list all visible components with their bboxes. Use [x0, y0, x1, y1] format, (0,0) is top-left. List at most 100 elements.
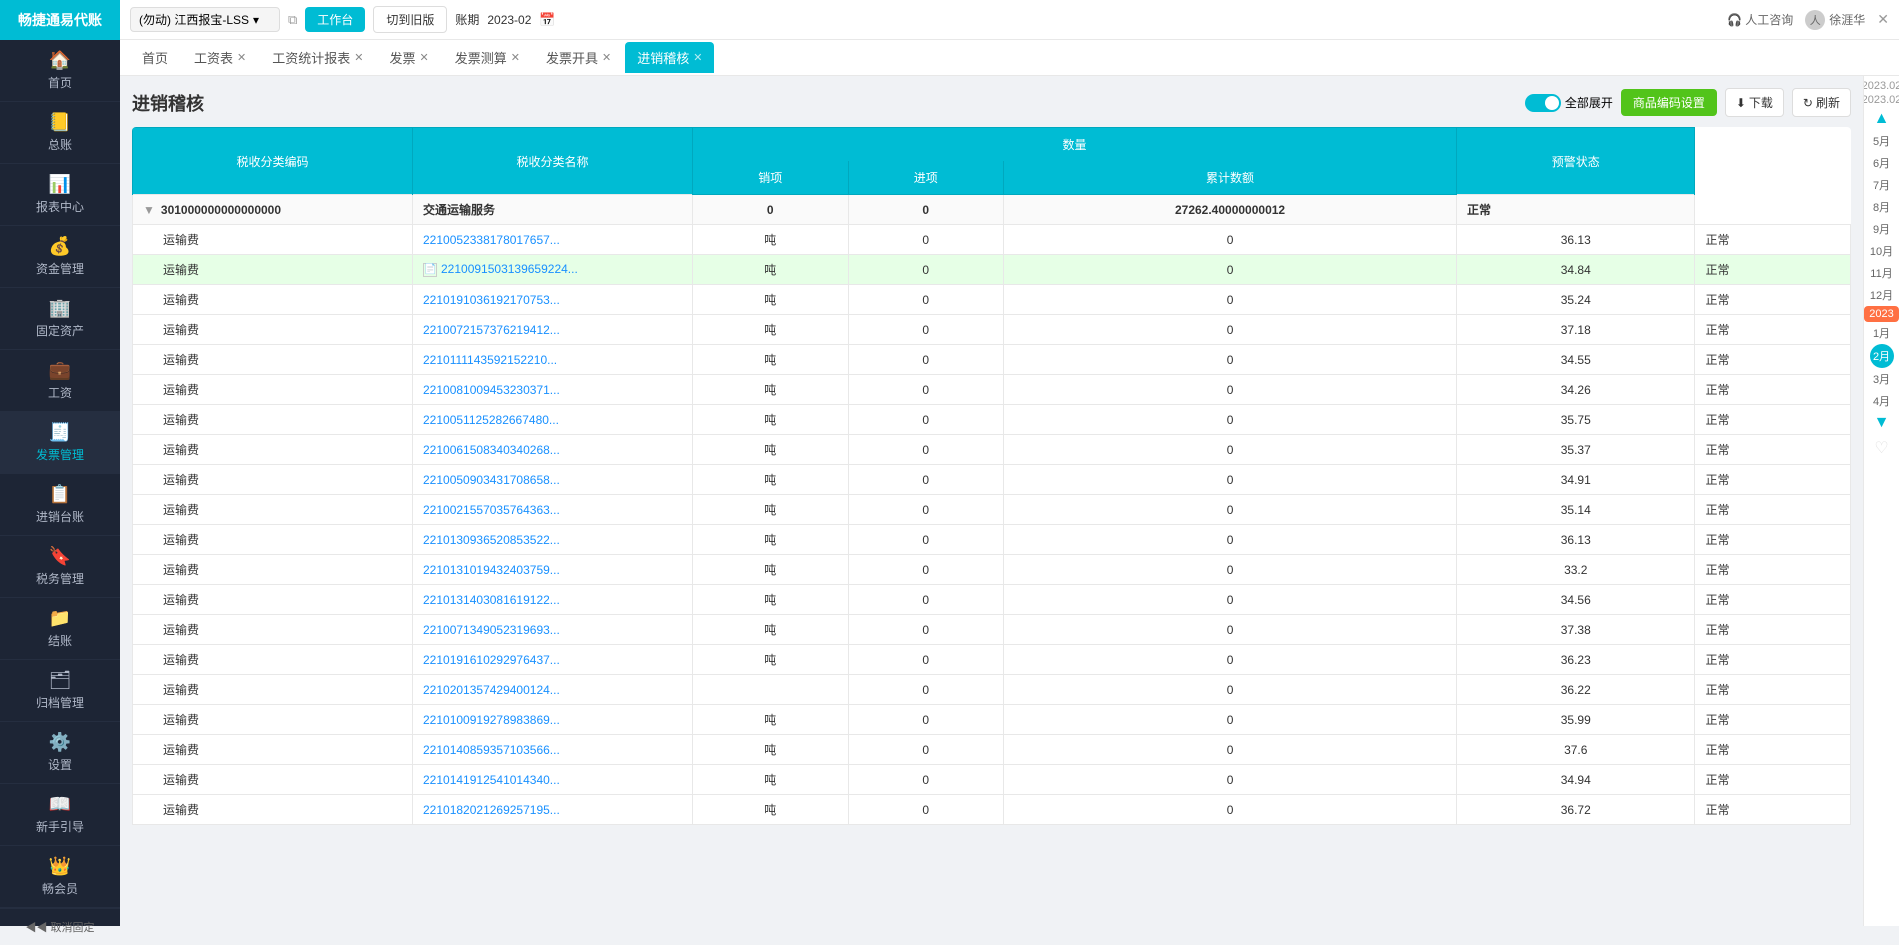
tab-payroll-report[interactable]: 工资统计报表 ✕	[260, 42, 375, 73]
table-row[interactable]: 运输费2210021557035764363...吨0035.14正常	[133, 495, 1851, 525]
user-menu[interactable]: 人 徐涯华	[1805, 10, 1865, 30]
tab-home[interactable]: 首页	[130, 42, 180, 73]
tab-payroll[interactable]: 工资表 ✕	[182, 42, 258, 73]
tab-purchase-check-close[interactable]: ✕	[693, 51, 702, 64]
sidebar-item-payroll[interactable]: 💼 工资	[0, 350, 120, 412]
invoice-num-cell: 2210201357429400124...	[413, 675, 693, 705]
month-10[interactable]: 10月	[1864, 240, 1899, 262]
month-9[interactable]: 9月	[1864, 218, 1899, 240]
table-row[interactable]: 运输费2210081009453230371...吨0034.26正常	[133, 375, 1851, 405]
workbench-button[interactable]: 工作台	[305, 7, 365, 32]
product-code-settings-button[interactable]: 商品编码设置	[1621, 89, 1717, 116]
table-row[interactable]: 运输费2210131019432403759...吨0033.2正常	[133, 555, 1851, 585]
tax-code-cell: 运输费	[133, 465, 413, 495]
status-cell: 正常	[1695, 255, 1851, 285]
status-cell: 正常	[1457, 195, 1695, 225]
table-row[interactable]: 运输费2210191036192170753...吨0035.24正常	[133, 285, 1851, 315]
sidebar-item-home[interactable]: 🏠 首页	[0, 40, 120, 102]
sidebar-item-guide[interactable]: 📖 新手引导	[0, 784, 120, 846]
tax-name-cell: 交通运输服务	[413, 195, 693, 225]
sale-cell: 0	[848, 645, 1004, 675]
table-row[interactable]: 运输费2210131403081619122...吨0034.56正常	[133, 585, 1851, 615]
month-2-active[interactable]: 2月	[1870, 344, 1894, 368]
month-1[interactable]: 1月	[1864, 322, 1899, 344]
col-header-name: 税收分类名称	[413, 128, 693, 195]
month-7[interactable]: 7月	[1864, 174, 1899, 196]
cumulative-cell: 34.26	[1457, 375, 1695, 405]
sidebar-collapse-btn[interactable]: ◀◀ 取消固定	[0, 908, 120, 945]
table-row[interactable]: 运输费📄2210091503139659224...吨0034.84正常	[133, 255, 1851, 285]
table-row[interactable]: 运输费2210071349052319693...吨0037.38正常	[133, 615, 1851, 645]
invoice-num-cell: 2210072157376219412...	[413, 315, 693, 345]
cumulative-cell: 34.84	[1457, 255, 1695, 285]
download-button[interactable]: ⬇ 下载	[1725, 88, 1784, 117]
tab-payroll-close[interactable]: ✕	[237, 51, 246, 64]
month-8[interactable]: 8月	[1864, 196, 1899, 218]
nav-down-button[interactable]: ▼	[1872, 412, 1892, 434]
year-2023[interactable]: 2023	[1864, 306, 1899, 322]
nav-up-button[interactable]: ▲	[1872, 108, 1892, 130]
table-row[interactable]: 运输费2210061508340340268...吨0035.37正常	[133, 435, 1851, 465]
sidebar-item-close[interactable]: 📁 结账	[0, 598, 120, 660]
col-header-code: 税收分类编码	[133, 128, 413, 195]
tab-invoice-issue[interactable]: 发票开具 ✕	[534, 42, 623, 73]
support-btn[interactable]: 🎧 人工咨询	[1727, 11, 1793, 28]
table-row[interactable]: 运输费2210130936520853522...吨0036.13正常	[133, 525, 1851, 555]
month-12[interactable]: 12月	[1864, 284, 1899, 306]
sidebar-item-settings[interactable]: ⚙️ 设置	[0, 722, 120, 784]
calendar-icon[interactable]: 📅	[539, 12, 555, 28]
tab-purchase-check[interactable]: 进销稽核 ✕	[625, 42, 714, 73]
sidebar-item-label: 资金管理	[36, 260, 84, 277]
tab-invoice[interactable]: 发票 ✕	[377, 42, 440, 73]
tab-invoice-calc[interactable]: 发票测算 ✕	[443, 42, 532, 73]
tab-invoice-issue-close[interactable]: ✕	[602, 51, 611, 64]
table-row[interactable]: 运输费2210072157376219412...吨0037.18正常	[133, 315, 1851, 345]
month-6[interactable]: 6月	[1864, 152, 1899, 174]
tab-payroll-label: 工资表	[194, 48, 233, 67]
sidebar-item-archive[interactable]: 🗂 归档管理	[0, 660, 120, 722]
sidebar-item-ledger[interactable]: 📒 总账	[0, 102, 120, 164]
table-row[interactable]: 运输费2210182021269257195...吨0036.72正常	[133, 795, 1851, 825]
table-row[interactable]: 运输费2210141912541014340...吨0034.94正常	[133, 765, 1851, 795]
table-row[interactable]: 运输费2210050903431708658...吨0034.91正常	[133, 465, 1851, 495]
refresh-button[interactable]: ↻ 刷新	[1792, 88, 1851, 117]
sidebar-item-membership[interactable]: 👑 畅会员	[0, 846, 120, 908]
sidebar-item-purchase-ledger[interactable]: 📋 进销台账	[0, 474, 120, 536]
month-11[interactable]: 11月	[1864, 262, 1899, 284]
tabbar: 首页 工资表 ✕ 工资统计报表 ✕ 发票 ✕ 发票测算 ✕ 发票开具 ✕ 进销稽…	[120, 40, 1899, 76]
sidebar-item-assets[interactable]: 🏢 固定资产	[0, 288, 120, 350]
table-row[interactable]: 运输费2210052338178017657...吨0036.13正常	[133, 225, 1851, 255]
purchase-cell: 0	[1004, 375, 1457, 405]
tab-invoice-close[interactable]: ✕	[420, 51, 429, 64]
invoice-num-cell: 2210131403081619122...	[413, 585, 693, 615]
table-row[interactable]: 运输费2210111143592152210...吨0034.55正常	[133, 345, 1851, 375]
status-cell: 正常	[1695, 285, 1851, 315]
sale-cell: 0	[848, 495, 1004, 525]
cumulative-cell: 35.24	[1457, 285, 1695, 315]
tab-payroll-report-close[interactable]: ✕	[354, 51, 363, 64]
unit-cell: 吨	[693, 375, 849, 405]
copy-icon[interactable]: ⧉	[288, 12, 297, 28]
month-3[interactable]: 3月	[1864, 368, 1899, 390]
month-5[interactable]: 5月	[1864, 130, 1899, 152]
table-row[interactable]: 运输费2210191610292976437...吨0036.23正常	[133, 645, 1851, 675]
table-row[interactable]: 运输费2210100919278983869...吨0035.99正常	[133, 705, 1851, 735]
table-row[interactable]: 运输费2210051125282667480...吨0035.75正常	[133, 405, 1851, 435]
switch-version-button[interactable]: 切到旧版	[373, 6, 447, 33]
sidebar-item-tax[interactable]: 🔖 税务管理	[0, 536, 120, 598]
download-icon: ⬇	[1736, 96, 1746, 110]
table-row[interactable]: 运输费2210140859357103566...吨0037.6正常	[133, 735, 1851, 765]
invoice-num-cell: 2210061508340340268...	[413, 435, 693, 465]
tab-invoice-calc-close[interactable]: ✕	[511, 51, 520, 64]
toggle-track[interactable]	[1525, 94, 1561, 112]
table-row[interactable]: ▼301000000000000000交通运输服务0027262.4000000…	[133, 195, 1851, 225]
month-4[interactable]: 4月	[1864, 390, 1899, 412]
table-row[interactable]: 运输费2210201357429400124...0036.22正常	[133, 675, 1851, 705]
expand-toggle[interactable]: 全部展开	[1525, 94, 1613, 112]
close-window-button[interactable]: ✕	[1877, 11, 1889, 28]
sidebar-item-reports[interactable]: 📊 报表中心	[0, 164, 120, 226]
sidebar-item-finance[interactable]: 💰 资金管理	[0, 226, 120, 288]
cumulative-cell: 34.91	[1457, 465, 1695, 495]
sidebar-item-invoice[interactable]: 🧾 发票管理	[0, 412, 120, 474]
company-selector[interactable]: (勿动) 江西报宝-LSS ▾	[130, 7, 280, 32]
